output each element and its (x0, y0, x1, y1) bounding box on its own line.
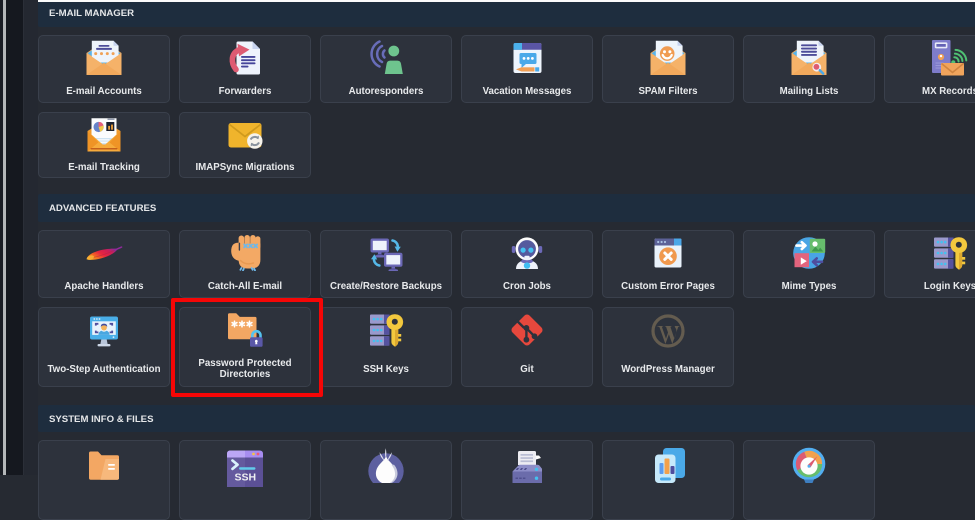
svg-text:SSH: SSH (235, 472, 257, 484)
